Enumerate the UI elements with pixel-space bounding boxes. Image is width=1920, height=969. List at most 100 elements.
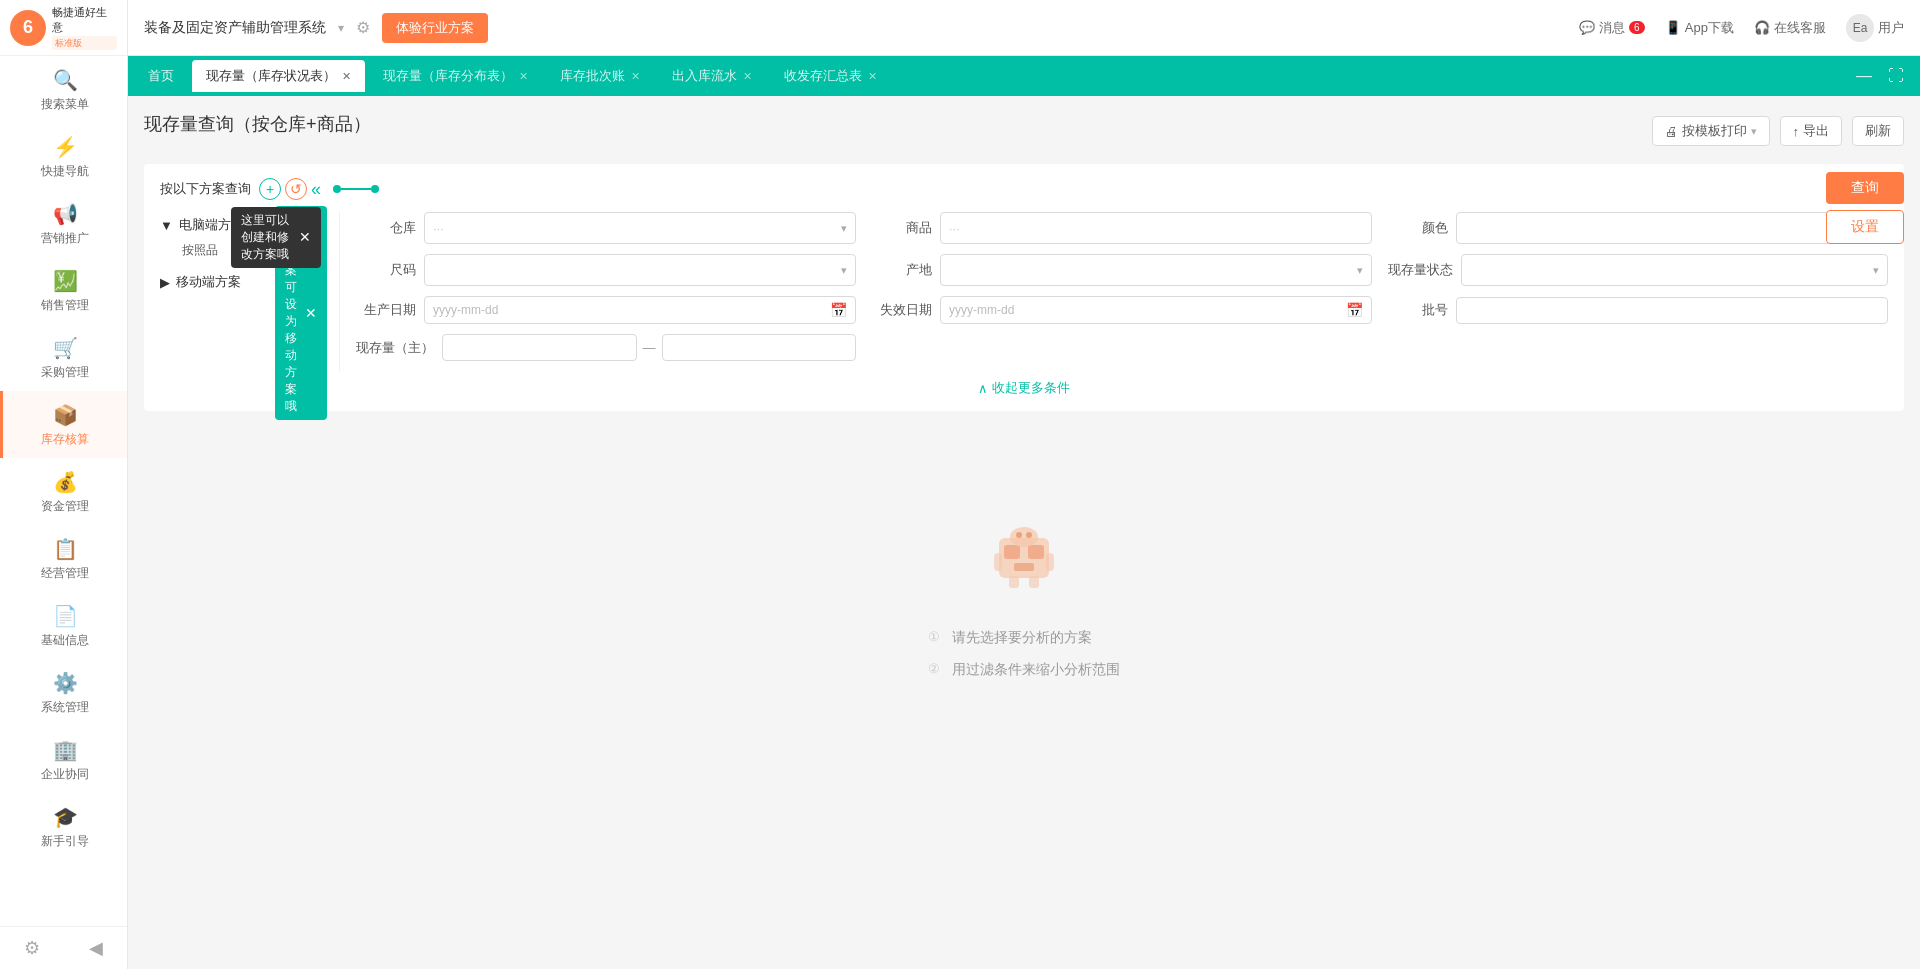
tab-close-3[interactable]: ✕ [743, 70, 752, 83]
sidebar-item-sales[interactable]: 💹 销售管理 [0, 257, 127, 324]
filter-origin: 产地 ▾ [872, 254, 1372, 286]
tab-close-0[interactable]: ✕ [342, 70, 351, 83]
tab-maximize-btn[interactable]: ⛶ [1884, 65, 1908, 87]
sidebar-item-finance[interactable]: 💰 资金管理 [0, 458, 127, 525]
filter-actions: + ↺ 电脑方案可设为移动方案哦 ✕ « [259, 178, 321, 200]
filter-batch-no: 批号 [1388, 296, 1888, 324]
origin-select[interactable]: ▾ [940, 254, 1372, 286]
search-buttons: 查询 设置 [1826, 172, 1904, 244]
settings-icon[interactable]: ⚙ [356, 18, 370, 37]
marketing-icon: 📢 [53, 202, 78, 226]
svg-rect-4 [994, 553, 1002, 571]
export-button[interactable]: ↑ 导出 [1780, 116, 1843, 146]
sidebar-item-operations[interactable]: 📋 经营管理 [0, 525, 127, 592]
app-download-button[interactable]: 📱 App下载 [1665, 19, 1734, 37]
collapse-sidebar-btn[interactable]: ◀ [89, 937, 103, 959]
dot-connector [333, 185, 379, 193]
sidebar-item-search[interactable]: 🔍 搜索菜单 [0, 56, 127, 123]
svg-rect-6 [1009, 576, 1019, 588]
export-icon: ↑ [1793, 124, 1800, 139]
filter-warehouse: 仓库 ··· ▾ [356, 212, 856, 244]
finance-icon: 💰 [53, 470, 78, 494]
tabs-bar: 首页 现存量（库存状况表） ✕ 现存量（库存分布表） ✕ 库存批次账 ✕ 出入库… [128, 56, 1920, 96]
topbar-left: 装备及固定资产辅助管理系统 ▾ ⚙ 体验行业方案 [144, 13, 488, 43]
guide-icon: 🎓 [53, 805, 78, 829]
dark-tooltip-content: 这里可以创建和修改方案哦 ✕ [231, 207, 321, 268]
message-icon: 💬 [1579, 20, 1595, 35]
logo-icon: 6 [10, 10, 46, 46]
filter-row-4: 现存量（主） — [356, 334, 1888, 361]
refresh-button[interactable]: 刷新 [1852, 116, 1904, 146]
filter-header: 按以下方案查询 + ↺ 电脑方案可设为移动方案哦 ✕ [160, 178, 1888, 200]
add-scheme-btn[interactable]: + [259, 178, 281, 200]
print-button[interactable]: 🖨 按模板打印 ▾ [1652, 116, 1770, 146]
stock-main-min-input[interactable] [442, 334, 637, 361]
filter-stock-main: 现存量（主） — [356, 334, 856, 361]
expiry-date-label: 失效日期 [872, 301, 932, 319]
tab-summary[interactable]: 收发存汇总表 ✕ [770, 60, 891, 92]
sidebar-menu: 🔍 搜索菜单 ⚡ 快捷导航 📢 营销推广 💹 销售管理 🛒 采购管理 📦 库存核… [0, 56, 127, 926]
filter-expiry-date: 失效日期 yyyy-mm-dd 📅 [872, 296, 1372, 324]
tab-inout-flow[interactable]: 出入库流水 ✕ [658, 60, 766, 92]
tab-inventory-distribution[interactable]: 现存量（库存分布表） ✕ [369, 60, 542, 92]
sales-icon: 💹 [53, 269, 78, 293]
search-button[interactable]: 查询 [1826, 172, 1904, 204]
collapse-btn[interactable]: ∧ 收起更多条件 [978, 379, 1070, 397]
size-select[interactable]: ▾ [424, 254, 856, 286]
dark-tooltip-close[interactable]: ✕ [299, 229, 311, 245]
size-select-arrow: ▾ [841, 264, 847, 277]
left-arrow-btn[interactable]: « [311, 179, 321, 200]
system-title-dropdown-icon[interactable]: ▾ [338, 21, 344, 35]
filter-product: 商品 ··· [872, 212, 1372, 244]
user-avatar: Ea [1846, 14, 1874, 42]
message-button[interactable]: 💬 消息 6 [1579, 19, 1645, 37]
stock-status-select[interactable]: ▾ [1461, 254, 1888, 286]
tab-close-4[interactable]: ✕ [868, 70, 877, 83]
inventory-icon: 📦 [53, 403, 78, 427]
page-content: 现存量查询（按仓库+商品） 🖨 按模板打印 ▾ ↑ 导出 刷新 按以下方案查询 [128, 96, 1920, 969]
user-button[interactable]: Ea 用户 [1846, 14, 1904, 42]
reset-button[interactable]: 设置 [1826, 210, 1904, 244]
color-label: 颜色 [1388, 219, 1448, 237]
tab-close-1[interactable]: ✕ [519, 70, 528, 83]
empty-hints: ① 请先选择要分析的方案 ② 用过滤条件来缩小分析范围 [928, 623, 1120, 683]
svg-rect-1 [1004, 545, 1020, 559]
sidebar-item-marketing[interactable]: 📢 营销推广 [0, 190, 127, 257]
print-dropdown-icon: ▾ [1751, 125, 1757, 138]
collapse-row: ∧ 收起更多条件 [160, 379, 1888, 397]
sidebar-item-guide[interactable]: 🎓 新手引导 [0, 793, 127, 860]
tab-home[interactable]: 首页 [132, 67, 190, 85]
tab-close-2[interactable]: ✕ [631, 70, 640, 83]
sidebar-item-enterprise[interactable]: 🏢 企业协同 [0, 726, 127, 793]
sidebar-item-system[interactable]: ⚙️ 系统管理 [0, 659, 127, 726]
topbar: 装备及固定资产辅助管理系统 ▾ ⚙ 体验行业方案 💬 消息 6 📱 App下载 … [128, 0, 1920, 56]
sidebar-item-inventory[interactable]: 📦 库存核算 [0, 391, 127, 458]
main-content: 装备及固定资产辅助管理系统 ▾ ⚙ 体验行业方案 💬 消息 6 📱 App下载 … [128, 0, 1920, 969]
settings-bottom-btn[interactable]: ⚙ [24, 937, 40, 959]
color-select[interactable]: ▾ [1456, 212, 1888, 244]
arrow-connector: « 这里可以创建和修改方案哦 ✕ [311, 179, 321, 200]
line-connector [341, 188, 371, 190]
enterprise-icon: 🏢 [53, 738, 78, 762]
product-select[interactable]: ··· [940, 212, 1372, 244]
sync-scheme-btn[interactable]: ↺ [285, 178, 307, 200]
sidebar-item-basic[interactable]: 📄 基础信息 [0, 592, 127, 659]
expiry-date-input[interactable]: yyyy-mm-dd 📅 [940, 296, 1372, 324]
sidebar-item-purchase[interactable]: 🛒 采购管理 [0, 324, 127, 391]
svg-point-9 [1016, 532, 1022, 538]
empty-state: ① 请先选择要分析的方案 ② 用过滤条件来缩小分析范围 [144, 423, 1904, 743]
industry-plan-button[interactable]: 体验行业方案 [382, 13, 488, 43]
online-service-button[interactable]: 🎧 在线客服 [1754, 19, 1826, 37]
warehouse-select-arrow: ▾ [841, 222, 847, 235]
warehouse-select[interactable]: ··· ▾ [424, 212, 856, 244]
green-tooltip-close[interactable]: ✕ [305, 305, 317, 321]
batch-no-input[interactable] [1456, 297, 1888, 324]
tab-inventory-status[interactable]: 现存量（库存状况表） ✕ [192, 60, 365, 92]
batch-no-label: 批号 [1388, 301, 1448, 319]
tab-minimize-btn[interactable]: — [1852, 65, 1876, 87]
tab-batch-account[interactable]: 库存批次账 ✕ [546, 60, 654, 92]
stock-main-max-input[interactable] [662, 334, 857, 361]
sidebar-item-quicknav[interactable]: ⚡ 快捷导航 [0, 123, 127, 190]
production-date-input[interactable]: yyyy-mm-dd 📅 [424, 296, 856, 324]
warehouse-label: 仓库 [356, 219, 416, 237]
